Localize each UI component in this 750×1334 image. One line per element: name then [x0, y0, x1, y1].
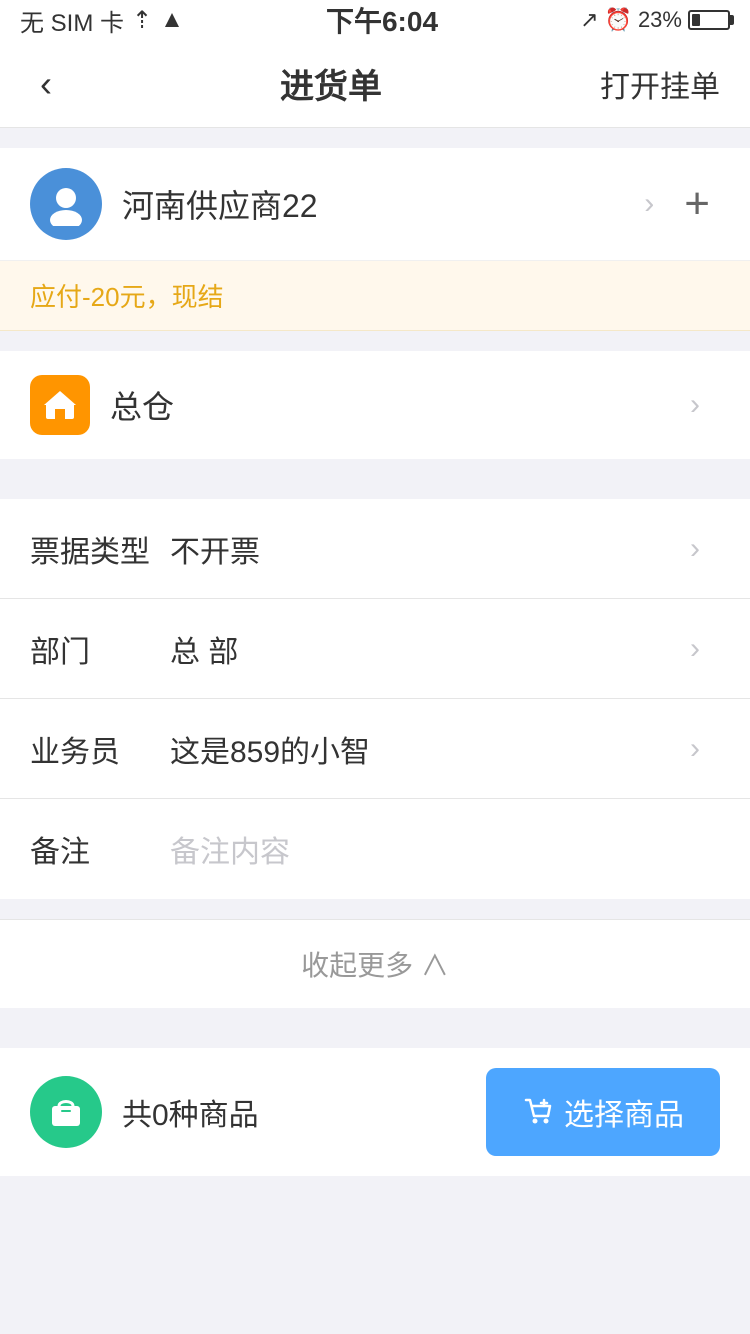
product-icon: [30, 1076, 102, 1148]
salesperson-value: 这是859的小智: [170, 727, 690, 771]
supplier-name: 河南供应商22: [122, 181, 644, 227]
supplier-avatar: [30, 168, 102, 240]
product-bag-icon: [46, 1092, 86, 1132]
department-row[interactable]: 部门 总 部 ›: [0, 599, 750, 699]
status-left: 无 SIM 卡 ⇡ ▲: [20, 3, 184, 38]
remark-label: 备注: [30, 827, 170, 871]
cart-plus-icon: [522, 1096, 554, 1128]
signal-icon: ▲: [160, 6, 184, 34]
select-product-button[interactable]: 选择商品: [486, 1068, 720, 1156]
salesperson-row[interactable]: 业务员 这是859的小智 ›: [0, 699, 750, 799]
nav-bar: ‹ 进货单 打开挂单: [0, 40, 750, 128]
add-supplier-button[interactable]: +: [674, 182, 720, 226]
section-divider-3: [0, 459, 750, 479]
wifi-icon: ⇡: [132, 6, 152, 35]
form-section: 票据类型 不开票 › 部门 总 部 › 业务员 这是859的小智 › 备注 备注…: [0, 499, 750, 899]
remark-placeholder: 备注内容: [170, 827, 720, 871]
warehouse-chevron-icon: ›: [690, 388, 700, 422]
battery-icon: [688, 10, 730, 30]
collapse-toggle[interactable]: 收起更多 ∧: [0, 919, 750, 1008]
department-label: 部门: [30, 627, 170, 671]
select-product-label: 选择商品: [564, 1090, 684, 1134]
salesperson-label: 业务员: [30, 727, 170, 771]
warehouse-row[interactable]: 总仓 ›: [0, 351, 750, 459]
open-pending-button[interactable]: 打开挂单: [600, 62, 720, 106]
product-count: 共0种商品: [122, 1090, 486, 1134]
supplier-section: 河南供应商22 › + 应付-20元，现结: [0, 148, 750, 331]
warehouse-svg-icon: [42, 387, 78, 423]
back-button[interactable]: ‹: [30, 53, 62, 115]
supplier-row[interactable]: 河南供应商22 › +: [0, 148, 750, 261]
battery-percent: 23%: [638, 7, 682, 33]
page-title: 进货单: [280, 59, 382, 108]
section-divider-2: [0, 331, 750, 351]
product-bar: 共0种商品 选择商品: [0, 1048, 750, 1176]
status-bar: 无 SIM 卡 ⇡ ▲ 下午6:04 ↗ ⏰ 23%: [0, 0, 750, 40]
department-chevron-icon: ›: [690, 632, 700, 666]
warehouse-icon: [30, 375, 90, 435]
status-time: 下午6:04: [326, 0, 438, 40]
invoice-row[interactable]: 票据类型 不开票 ›: [0, 499, 750, 599]
invoice-label: 票据类型: [30, 527, 170, 571]
section-divider-4: [0, 1008, 750, 1028]
warehouse-label: 总仓: [110, 382, 690, 428]
collapse-label: 收起更多 ∧: [301, 944, 449, 984]
person-icon: [44, 182, 88, 226]
remark-row[interactable]: 备注 备注内容: [0, 799, 750, 899]
supplier-notice: 应付-20元，现结: [0, 261, 750, 331]
sim-label: 无 SIM 卡: [20, 3, 124, 38]
location-icon: ↗: [580, 7, 598, 33]
supplier-chevron-icon: ›: [644, 187, 654, 221]
alarm-icon: ⏰: [605, 7, 632, 33]
department-value: 总 部: [170, 627, 690, 671]
salesperson-chevron-icon: ›: [690, 732, 700, 766]
section-divider-1: [0, 128, 750, 148]
status-right: ↗ ⏰ 23%: [580, 7, 730, 33]
warehouse-section: 总仓 ›: [0, 351, 750, 459]
invoice-value: 不开票: [170, 527, 690, 571]
invoice-chevron-icon: ›: [690, 532, 700, 566]
